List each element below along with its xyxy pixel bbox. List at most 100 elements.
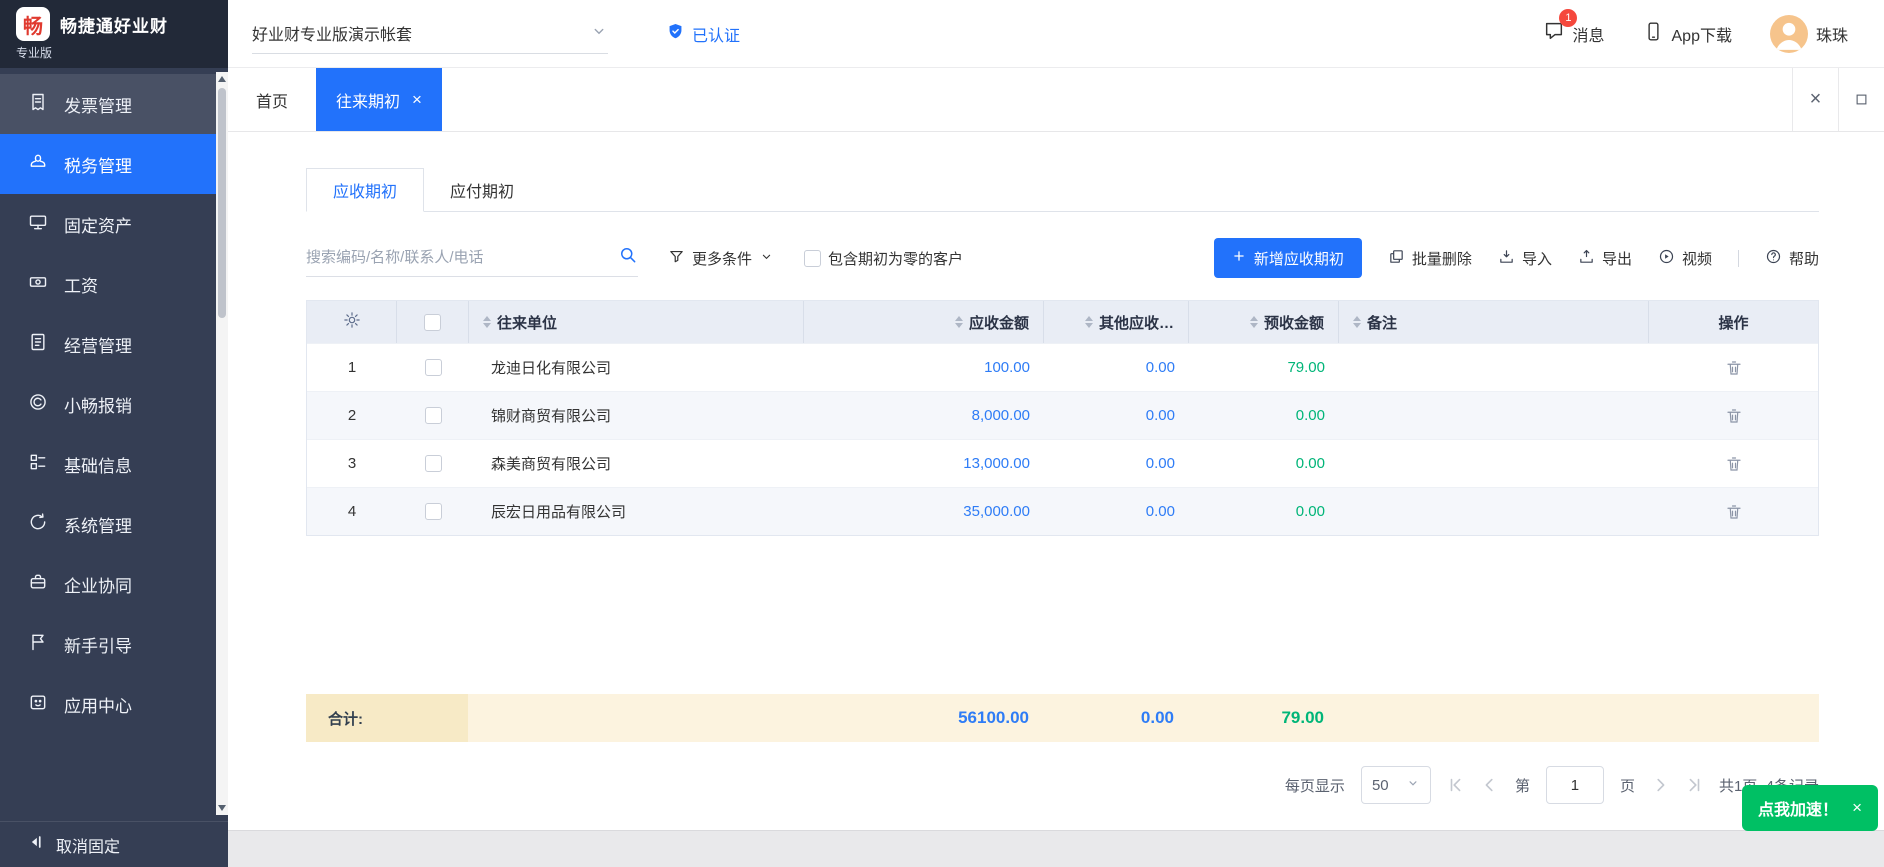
sort-icon[interactable]: [1353, 316, 1361, 328]
help-icon: [1765, 248, 1782, 269]
sort-icon[interactable]: [483, 316, 491, 328]
sidebar-item-app-center[interactable]: 应用中心: [0, 674, 228, 734]
help-button[interactable]: 帮助: [1765, 248, 1819, 269]
user-menu[interactable]: 珠珠: [1769, 14, 1848, 53]
row-checkbox-cell: [397, 344, 469, 391]
header-other-receivable[interactable]: 其他应收…: [1044, 301, 1189, 343]
row-company[interactable]: 辰宏日用品有限公司: [469, 488, 804, 535]
import-button[interactable]: 导入: [1498, 248, 1552, 269]
prev-page-button[interactable]: [1481, 776, 1499, 794]
accelerate-button[interactable]: 点我加速！ ×: [1742, 785, 1878, 831]
per-page-select[interactable]: 50: [1360, 766, 1431, 804]
row-other-receivable: 0.00: [1145, 359, 1175, 376]
include-zero-checkbox[interactable]: 包含期初为零的客户: [804, 248, 963, 269]
sidebar-item-label: 新手引导: [64, 636, 132, 656]
restore-icon[interactable]: [1838, 68, 1884, 131]
row-checkbox[interactable]: [424, 407, 442, 424]
scrollbar-thumb[interactable]: [218, 88, 226, 318]
row-checkbox[interactable]: [424, 455, 442, 472]
select-all-checkbox[interactable]: [424, 313, 441, 331]
column-settings-button[interactable]: [307, 301, 397, 343]
tab-payable-opening[interactable]: 应付期初: [424, 168, 540, 211]
receivable-table: 往来单位 应收金额 其他应收… 预收金额 备注 操作 1 龙迪日化有限公司 10…: [306, 300, 1819, 536]
row-checkbox[interactable]: [424, 359, 442, 376]
search-icon[interactable]: [618, 245, 638, 270]
header-note[interactable]: 备注: [1339, 301, 1649, 343]
sidebar-item-business[interactable]: 经营管理: [0, 314, 228, 374]
scroll-down-icon[interactable]: [218, 805, 226, 811]
tab-home[interactable]: 首页: [228, 68, 316, 131]
account-selector[interactable]: 好业财专业版演示帐套: [252, 14, 608, 54]
video-icon: [1658, 248, 1675, 269]
select-all-cell: [397, 301, 469, 343]
batch-delete-icon: [1388, 248, 1405, 269]
row-checkbox[interactable]: [424, 503, 442, 520]
sidebar-item-tax[interactable]: 税务管理: [0, 134, 228, 194]
certified-label: 已认证: [692, 27, 741, 45]
page-input[interactable]: [1554, 776, 1595, 794]
sidebar-item-collaboration[interactable]: 企业协同: [0, 554, 228, 614]
last-page-button[interactable]: [1685, 776, 1703, 794]
sort-icon[interactable]: [954, 316, 963, 328]
bottom-strip: [228, 830, 1884, 867]
close-icon[interactable]: ×: [1852, 798, 1862, 818]
table-row: 1 龙迪日化有限公司 100.00 0.00 79.00: [307, 343, 1818, 391]
sidebar-item-label: 系统管理: [64, 516, 132, 536]
plus-icon: [1232, 249, 1246, 267]
close-icon[interactable]: ×: [412, 91, 422, 108]
messages-button[interactable]: 消息 1: [1543, 9, 1605, 47]
sidebar-scrollbar[interactable]: [216, 72, 228, 815]
sidebar-item-label: 应用中心: [64, 696, 132, 716]
trash-icon[interactable]: [1725, 503, 1743, 521]
sidebar-item-system[interactable]: 系统管理: [0, 494, 228, 554]
more-filters-button[interactable]: 更多条件: [668, 248, 774, 269]
export-button[interactable]: 导出: [1578, 248, 1632, 269]
scroll-up-icon[interactable]: [218, 76, 226, 82]
sidebar-item-salary[interactable]: 工资: [0, 254, 228, 314]
phone-icon: [1643, 21, 1664, 47]
row-operations: [1649, 488, 1818, 535]
sidebar-item-label: 固定资产: [64, 216, 132, 236]
header-company[interactable]: 往来单位: [469, 301, 804, 343]
per-page-label: 每页显示: [1284, 777, 1345, 795]
header-advance[interactable]: 预收金额: [1189, 301, 1339, 343]
next-page-button[interactable]: [1651, 776, 1669, 794]
sidebar-item-invoice[interactable]: 发票管理: [0, 74, 228, 134]
row-receivable: 35,000.00: [963, 503, 1030, 520]
app-root: 畅 畅捷通好业财 专业版 发票管理 税务管理 固定资产 工资 经营管理 小畅报销…: [0, 0, 1884, 867]
add-receivable-button[interactable]: 新增应收期初: [1213, 238, 1362, 278]
row-advance: 0.00: [1295, 503, 1325, 520]
checkbox-icon[interactable]: [804, 249, 822, 267]
unpin-sidebar-button[interactable]: 取消固定: [0, 821, 228, 867]
app-download-button[interactable]: App下载: [1643, 21, 1732, 47]
app-edition: 专业版: [16, 46, 53, 60]
row-index: 3: [347, 455, 357, 472]
search-input[interactable]: [306, 249, 618, 266]
video-button[interactable]: 视频: [1658, 248, 1712, 269]
sidebar-item-reimburse[interactable]: 小畅报销: [0, 374, 228, 434]
sidebar: 畅 畅捷通好业财 专业版 发票管理 税务管理 固定资产 工资 经营管理 小畅报销…: [0, 0, 228, 867]
row-index: 1: [347, 359, 357, 376]
row-company[interactable]: 龙迪日化有限公司: [469, 344, 804, 391]
row-company[interactable]: 森美商贸有限公司: [469, 440, 804, 487]
sort-icon[interactable]: [1249, 316, 1258, 328]
batch-delete-button[interactable]: 批量删除: [1388, 248, 1472, 269]
sidebar-item-fixed-asset[interactable]: 固定资产: [0, 194, 228, 254]
topbar: 好业财专业版演示帐套 已认证 消息 1 App下载 珠珠: [228, 0, 1884, 68]
sidebar-item-guide[interactable]: 新手引导: [0, 614, 228, 674]
sort-icon[interactable]: [1084, 316, 1093, 328]
tab-receivable-opening[interactable]: 应收期初: [306, 168, 425, 212]
trash-icon[interactable]: [1725, 455, 1743, 473]
help-label: 帮助: [1788, 250, 1819, 268]
trash-icon[interactable]: [1725, 359, 1743, 377]
first-page-button[interactable]: [1447, 776, 1465, 794]
header-label: 其他应收…: [1098, 314, 1174, 332]
row-other-receivable: 0.00: [1145, 455, 1175, 472]
sidebar-item-base-info[interactable]: 基础信息: [0, 434, 228, 494]
header-receivable[interactable]: 应收金额: [804, 301, 1044, 343]
close-all-icon[interactable]: ×: [1792, 68, 1838, 131]
tab-opening-balance[interactable]: 往来期初 ×: [316, 68, 442, 131]
row-company[interactable]: 锦财商贸有限公司: [469, 392, 804, 439]
content-panel: 应收期初 应付期初 更多条件 包含期初为零的客户: [228, 132, 1884, 830]
trash-icon[interactable]: [1725, 407, 1743, 425]
